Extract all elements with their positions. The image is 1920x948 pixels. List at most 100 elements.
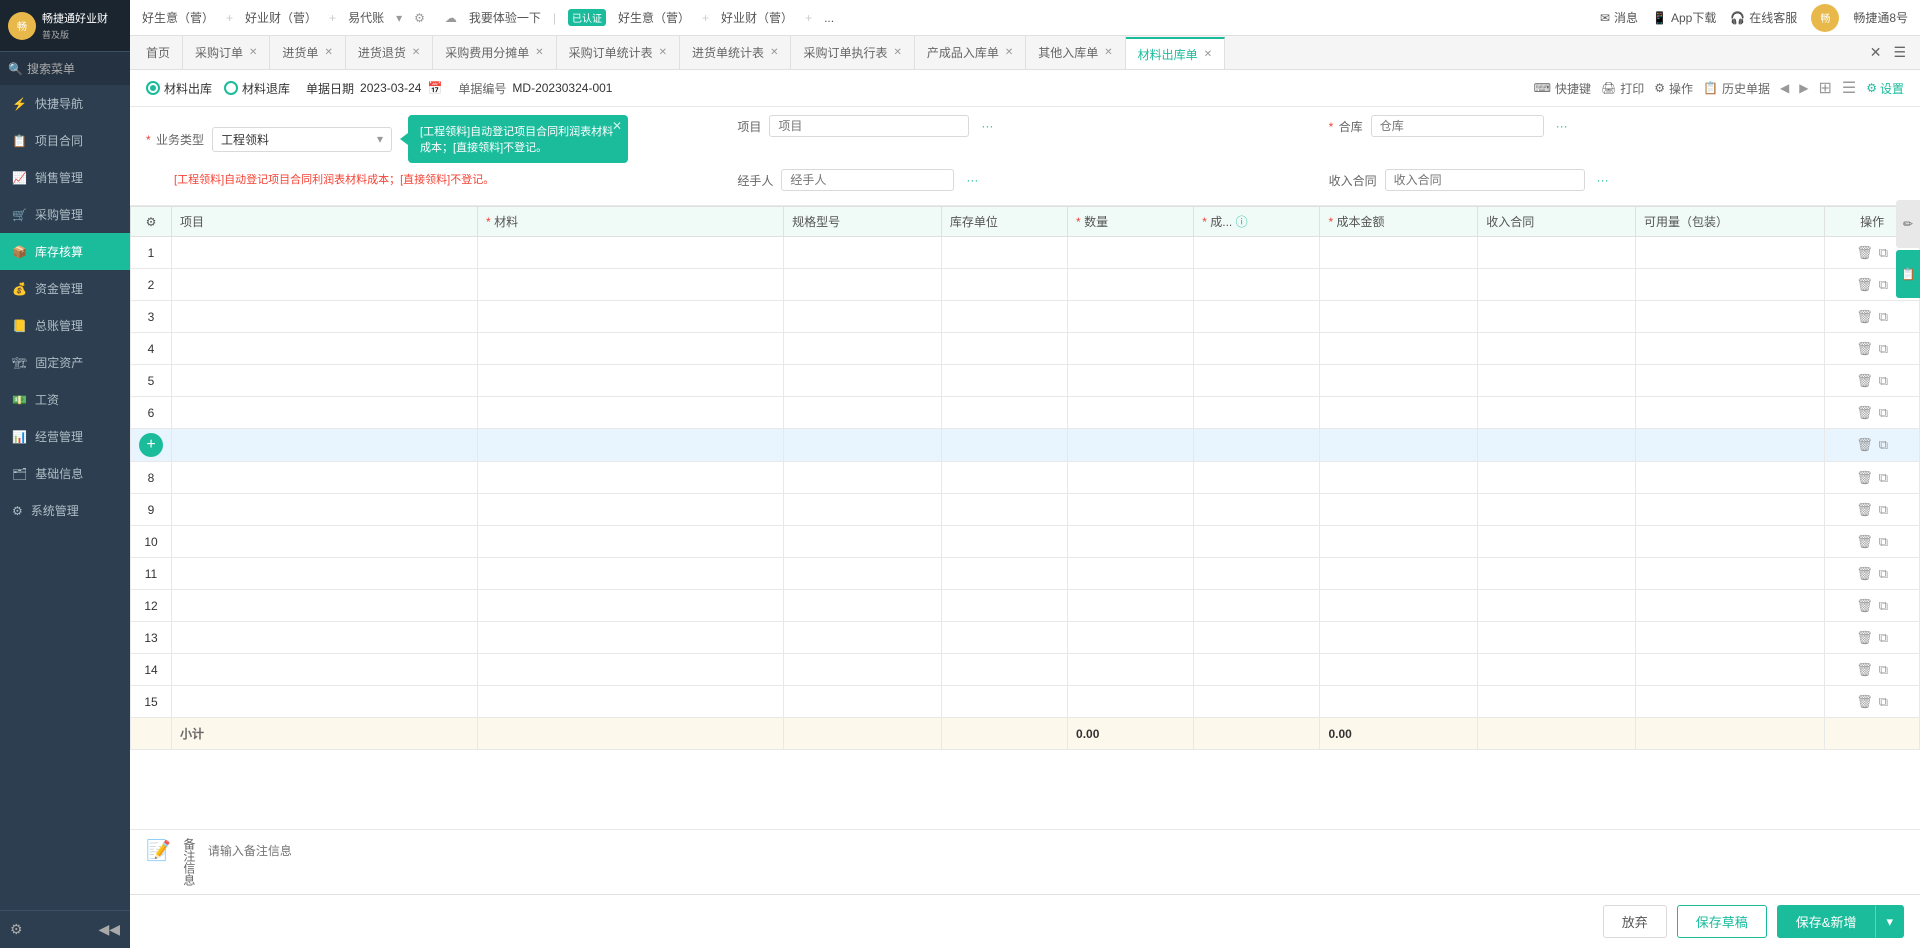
discard-button[interactable]: 放弃	[1603, 905, 1667, 938]
delete-row-btn[interactable]: 🗑	[1856, 502, 1873, 518]
delete-row-btn[interactable]: 🗑	[1856, 341, 1873, 357]
copy-row-btn[interactable]: ⧉	[1879, 245, 1888, 261]
print-btn[interactable]: 🖨 打印	[1601, 80, 1644, 97]
tab-close-purchasefee[interactable]: ✕	[535, 47, 543, 58]
handler-input[interactable]	[781, 169, 954, 191]
delete-row-btn[interactable]: 🗑	[1856, 630, 1873, 646]
tab-otherstock[interactable]: 其他入库单 ✕	[1026, 36, 1125, 70]
delete-row-btn[interactable]: 🗑	[1856, 277, 1873, 293]
history-btn[interactable]: 📋 历史单据	[1703, 80, 1770, 97]
tab-materialout[interactable]: 材料出库单 ✕	[1126, 37, 1225, 71]
tab-purchasereturn[interactable]: 进货退货 ✕	[346, 36, 433, 70]
delete-row-btn[interactable]: 🗑	[1856, 598, 1873, 614]
topbar-more[interactable]: ...	[824, 11, 834, 25]
tab-purchasestat[interactable]: 采购订单统计表 ✕	[557, 36, 680, 70]
tab-close-purchaseorder[interactable]: ✕	[249, 47, 257, 58]
user-name[interactable]: 畅捷通8号	[1853, 9, 1908, 26]
topbar-dropdown-btn[interactable]: ▾	[396, 11, 402, 25]
settings-footer-btn[interactable]: ⚙	[10, 921, 23, 938]
tab-close-materialout[interactable]: ✕	[1204, 49, 1212, 60]
copy-row-btn[interactable]: ⧉	[1879, 598, 1888, 614]
topbar-yidaizhang[interactable]: 易代账	[348, 9, 384, 26]
copy-row-btn[interactable]: ⧉	[1879, 470, 1888, 486]
tab-close-productstock[interactable]: ✕	[1005, 47, 1013, 58]
tab-purchasein[interactable]: 进货单 ✕	[270, 36, 345, 70]
right-sidebar-edit-btn[interactable]: ✏	[1896, 200, 1920, 248]
tab-productstock[interactable]: 产成品入库单 ✕	[915, 36, 1026, 70]
copy-row-btn[interactable]: ⧉	[1879, 502, 1888, 518]
tab-close-purchaseinstat[interactable]: ✕	[770, 47, 778, 58]
sidebar-item-salary[interactable]: 💵 工资	[0, 381, 130, 418]
list-view-btn[interactable]: ☰	[1842, 78, 1856, 98]
delete-row-btn[interactable]: 🗑	[1856, 566, 1873, 582]
topbar-message[interactable]: ✉ 消息	[1600, 9, 1638, 26]
tab-purchasefee[interactable]: 采购费用分摊单 ✕	[433, 36, 556, 70]
income-contract-input[interactable]	[1385, 169, 1585, 191]
save-draft-button[interactable]: 保存草稿	[1677, 905, 1767, 938]
copy-row-btn[interactable]: ⧉	[1879, 566, 1888, 582]
tab-close-purchasein[interactable]: ✕	[324, 47, 332, 58]
sidebar-item-ledger[interactable]: 📒 总账管理	[0, 307, 130, 344]
delete-row-btn[interactable]: 🗑	[1856, 437, 1873, 453]
sidebar-item-basicinfo[interactable]: 🗂 基础信息	[0, 455, 130, 492]
shortcut-btn[interactable]: ⌨ 快捷键	[1534, 80, 1591, 97]
copy-row-btn[interactable]: ⧉	[1879, 405, 1888, 421]
copy-row-btn[interactable]: ⧉	[1879, 373, 1888, 389]
copy-row-btn[interactable]: ⧉	[1879, 437, 1888, 453]
business-type-select[interactable]: 工程领料 ▾	[212, 127, 392, 152]
sidebar-item-search[interactable]: 🔍 搜索菜单	[0, 52, 130, 85]
sidebar-item-inventory[interactable]: 📦 库存核算	[0, 233, 130, 270]
tab-purchaseexec[interactable]: 采购订单执行表 ✕	[791, 36, 914, 70]
save-new-dropdown-btn[interactable]: ▾	[1875, 905, 1904, 938]
info-icon[interactable]: ⓘ	[1236, 215, 1248, 229]
save-new-button[interactable]: 保存&新增	[1777, 905, 1876, 938]
sidebar-item-quicknav[interactable]: ⚡ 快捷导航	[0, 85, 130, 122]
sidebar-item-biz[interactable]: 📊 经营管理	[0, 418, 130, 455]
handler-dots-btn[interactable]: ···	[966, 173, 978, 187]
settings-btn[interactable]: ⚙ 设置	[1866, 80, 1904, 97]
grid-view-btn[interactable]: ⊞	[1818, 78, 1831, 98]
topbar-haoyecai1[interactable]: 好业财（菅）	[245, 9, 317, 26]
calendar-icon[interactable]: 📅	[427, 81, 442, 95]
operation-btn[interactable]: ⚙ 操作	[1654, 80, 1693, 97]
row7-project-input[interactable]	[180, 438, 469, 453]
add-row-btn[interactable]: +	[139, 433, 163, 457]
sidebar-item-projectcontract[interactable]: 📋 项目合同	[0, 122, 130, 159]
tab-home[interactable]: 首页	[134, 36, 183, 70]
delete-row-btn[interactable]: 🗑	[1856, 309, 1873, 325]
copy-row-btn[interactable]: ⧉	[1879, 341, 1888, 357]
topbar-haoyecai2[interactable]: 好业财（菅）	[721, 9, 793, 26]
project-input[interactable]	[769, 115, 969, 137]
row7-material-input[interactable]	[486, 438, 775, 453]
topbar-haoshengyi2[interactable]: 好生意（菅）	[618, 9, 690, 26]
topbar-service[interactable]: 🎧 在线客服	[1730, 9, 1797, 26]
sidebar-item-fixedassets[interactable]: 🏗 固定资产	[0, 344, 130, 381]
tab-purchaseorder[interactable]: 采购订单 ✕	[183, 36, 270, 70]
right-sidebar-green-btn[interactable]: 📋	[1896, 250, 1920, 298]
radio-material-return[interactable]: 材料退库	[224, 80, 290, 97]
topbar-trial[interactable]: 我要体验一下	[469, 9, 541, 26]
delete-row-btn[interactable]: 🗑	[1856, 694, 1873, 710]
delete-row-btn[interactable]: 🗑	[1856, 470, 1873, 486]
radio-material-out[interactable]: 材料出库	[146, 80, 212, 97]
project-dots-btn[interactable]: ···	[981, 119, 993, 133]
copy-row-btn[interactable]: ⧉	[1879, 277, 1888, 293]
tab-close-purchaseexec[interactable]: ✕	[893, 47, 901, 58]
topbar-haoshengyi1[interactable]: 好生意（菅）	[142, 9, 214, 26]
delete-row-btn[interactable]: 🗑	[1856, 662, 1873, 678]
copy-row-btn[interactable]: ⧉	[1879, 630, 1888, 646]
delete-row-btn[interactable]: 🗑	[1856, 405, 1873, 421]
date-value[interactable]: 2023-03-24	[360, 81, 421, 95]
tab-close-purchasereturn[interactable]: ✕	[412, 47, 420, 58]
col-settings[interactable]: ⚙	[131, 207, 172, 237]
delete-row-btn[interactable]: 🗑	[1856, 245, 1873, 261]
copy-row-btn[interactable]: ⧉	[1879, 534, 1888, 550]
copy-row-btn[interactable]: ⧉	[1879, 662, 1888, 678]
sidebar-item-sales[interactable]: 📈 销售管理	[0, 159, 130, 196]
tabbar-menu-btn[interactable]: ☰	[1889, 42, 1910, 63]
docnum-value[interactable]: MD-20230324-001	[512, 81, 612, 95]
warehouse-input[interactable]	[1371, 115, 1544, 137]
prev-record-btn[interactable]: ◀	[1780, 81, 1789, 95]
delete-row-btn[interactable]: 🗑	[1856, 373, 1873, 389]
tab-purchaseinstat[interactable]: 进货单统计表 ✕	[680, 36, 791, 70]
